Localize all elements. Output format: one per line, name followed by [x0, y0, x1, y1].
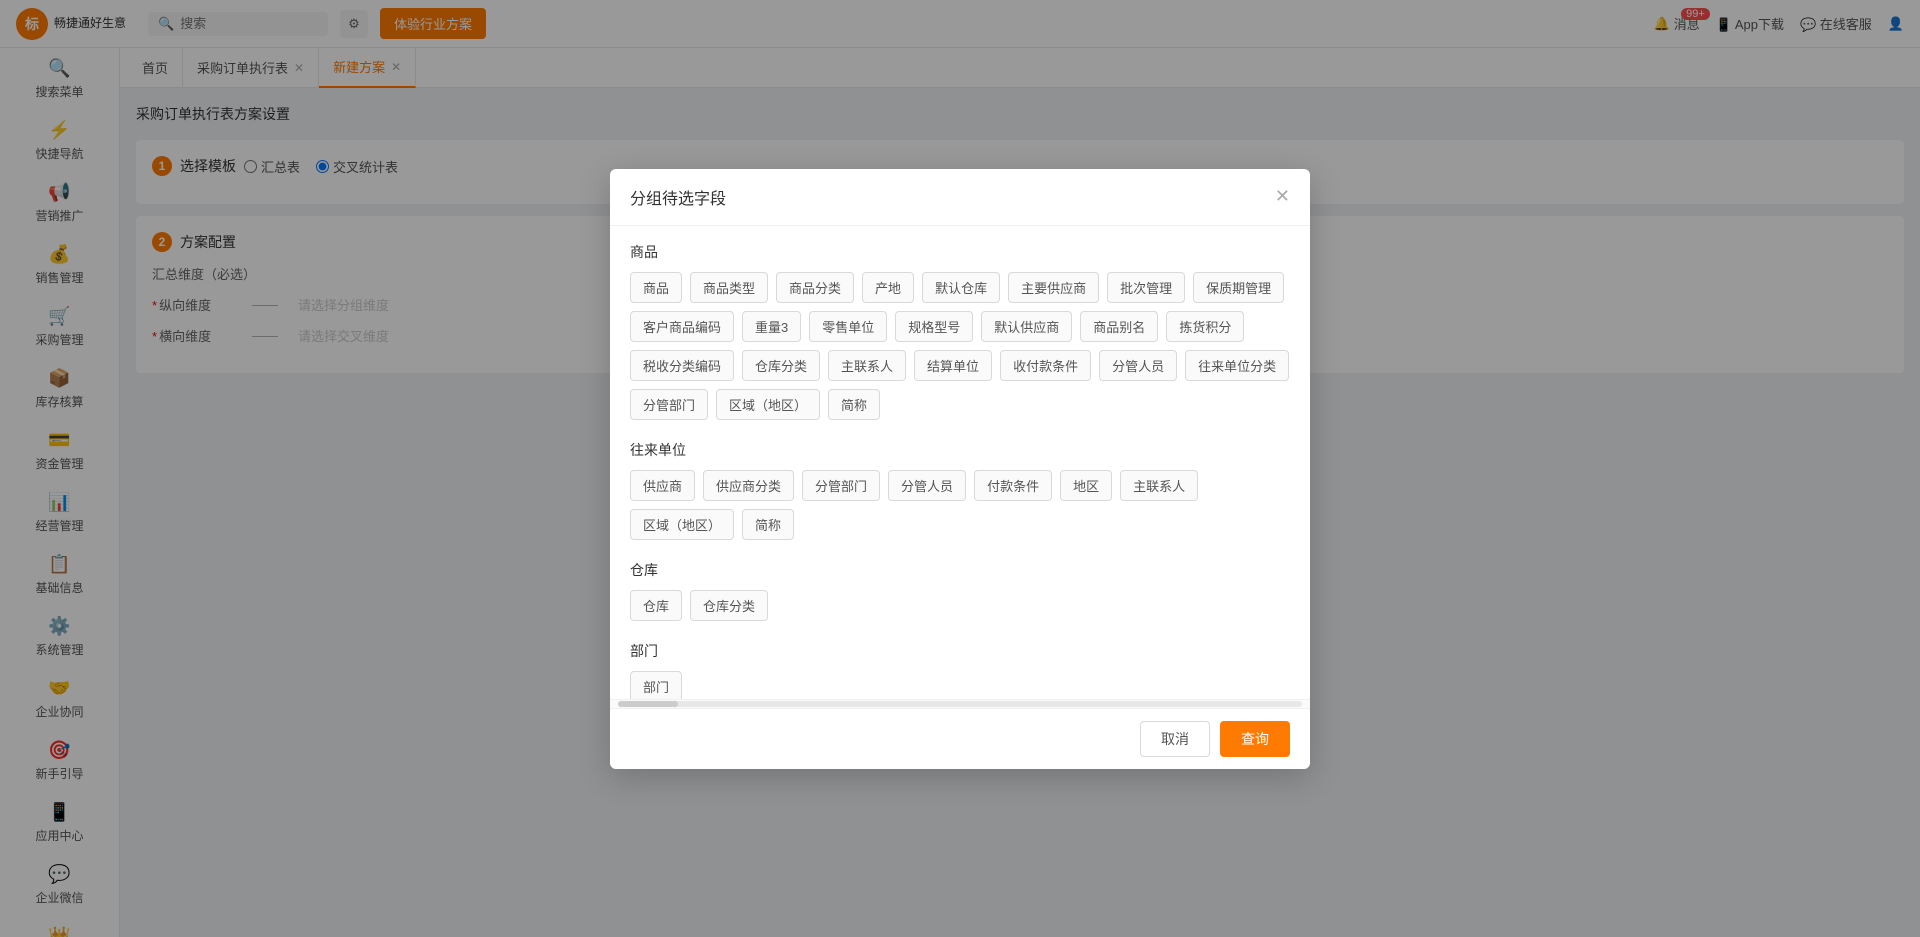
- field-chip-0-16[interactable]: 仓库分类: [742, 350, 820, 381]
- field-chip-0-9[interactable]: 重量3: [742, 311, 801, 342]
- field-chip-0-13[interactable]: 商品别名: [1080, 311, 1158, 342]
- field-chip-1-3[interactable]: 分管人员: [888, 470, 966, 501]
- field-chip-0-15[interactable]: 税收分类编码: [630, 350, 734, 381]
- field-chip-0-0[interactable]: 商品: [630, 272, 682, 303]
- field-category-1: 往来单位供应商供应商分类分管部门分管人员付款条件地区主联系人区域（地区） 简称: [630, 440, 1290, 540]
- field-chip-1-2[interactable]: 分管部门: [802, 470, 880, 501]
- field-category-title-2: 仓库: [630, 560, 1290, 580]
- field-category-3: 部门部门: [630, 641, 1290, 699]
- field-chip-1-0[interactable]: 供应商: [630, 470, 695, 501]
- field-chip-1-4[interactable]: 付款条件: [974, 470, 1052, 501]
- field-chip-1-7[interactable]: 区域（地区）: [630, 509, 734, 540]
- modal-header: 分组待选字段 ✕: [610, 169, 1310, 226]
- field-list-3: 部门: [630, 671, 1290, 699]
- modal-title: 分组待选字段: [630, 185, 726, 209]
- field-chip-0-8[interactable]: 客户商品编码: [630, 311, 734, 342]
- field-category-title-0: 商品: [630, 242, 1290, 262]
- field-chip-1-6[interactable]: 主联系人: [1120, 470, 1198, 501]
- modal-body[interactable]: 商品商品商品类型商品分类产地默认仓库主要供应商批次管理保质期管理客户商品编码重量…: [610, 226, 1310, 699]
- field-chip-0-14[interactable]: 拣货积分: [1166, 311, 1244, 342]
- hscroll-thumb: [618, 701, 678, 707]
- field-list-2: 仓库仓库分类: [630, 590, 1290, 621]
- field-chip-0-21[interactable]: 往来单位分类: [1185, 350, 1289, 381]
- field-chip-2-1[interactable]: 仓库分类: [690, 590, 768, 621]
- modal: 分组待选字段 ✕ 商品商品商品类型商品分类产地默认仓库主要供应商批次管理保质期管…: [610, 169, 1310, 769]
- modal-overlay: 分组待选字段 ✕ 商品商品商品类型商品分类产地默认仓库主要供应商批次管理保质期管…: [0, 0, 1920, 937]
- modal-footer: 取消 查询: [610, 708, 1310, 769]
- field-chip-0-10[interactable]: 零售单位: [809, 311, 887, 342]
- field-chip-0-18[interactable]: 结算单位: [914, 350, 992, 381]
- field-list-1: 供应商供应商分类分管部门分管人员付款条件地区主联系人区域（地区） 简称: [630, 470, 1290, 540]
- field-chip-0-24[interactable]: 简称: [828, 389, 880, 420]
- field-chip-3-0[interactable]: 部门: [630, 671, 682, 699]
- field-chip-0-12[interactable]: 默认供应商: [981, 311, 1072, 342]
- field-category-title-1: 往来单位: [630, 440, 1290, 460]
- field-chip-0-17[interactable]: 主联系人: [828, 350, 906, 381]
- field-chip-0-3[interactable]: 产地: [862, 272, 914, 303]
- field-chip-0-11[interactable]: 规格型号: [895, 311, 973, 342]
- field-category-2: 仓库仓库仓库分类: [630, 560, 1290, 621]
- field-chip-0-22[interactable]: 分管部门: [630, 389, 708, 420]
- field-chip-1-5[interactable]: 地区: [1060, 470, 1112, 501]
- field-chip-0-20[interactable]: 分管人员: [1099, 350, 1177, 381]
- field-chip-0-4[interactable]: 默认仓库: [922, 272, 1000, 303]
- field-chip-0-7[interactable]: 保质期管理: [1193, 272, 1284, 303]
- field-chip-0-5[interactable]: 主要供应商: [1008, 272, 1099, 303]
- field-category-title-3: 部门: [630, 641, 1290, 661]
- cancel-button[interactable]: 取消: [1140, 721, 1210, 757]
- hscroll-track: [618, 701, 1302, 707]
- field-list-0: 商品商品类型商品分类产地默认仓库主要供应商批次管理保质期管理客户商品编码重量3 零…: [630, 272, 1290, 420]
- field-chip-0-19[interactable]: 收付款条件: [1000, 350, 1091, 381]
- field-chip-2-0[interactable]: 仓库: [630, 590, 682, 621]
- field-chip-0-1[interactable]: 商品类型: [690, 272, 768, 303]
- field-chip-0-2[interactable]: 商品分类: [776, 272, 854, 303]
- field-chip-0-23[interactable]: 区域（地区）: [716, 389, 820, 420]
- modal-hscroll: [610, 699, 1310, 708]
- field-category-0: 商品商品商品类型商品分类产地默认仓库主要供应商批次管理保质期管理客户商品编码重量…: [630, 242, 1290, 420]
- field-chip-1-1[interactable]: 供应商分类: [703, 470, 794, 501]
- confirm-button[interactable]: 查询: [1220, 721, 1290, 757]
- field-chip-0-6[interactable]: 批次管理: [1107, 272, 1185, 303]
- field-chip-1-8[interactable]: 简称: [742, 509, 794, 540]
- modal-close-button[interactable]: ✕: [1275, 186, 1290, 207]
